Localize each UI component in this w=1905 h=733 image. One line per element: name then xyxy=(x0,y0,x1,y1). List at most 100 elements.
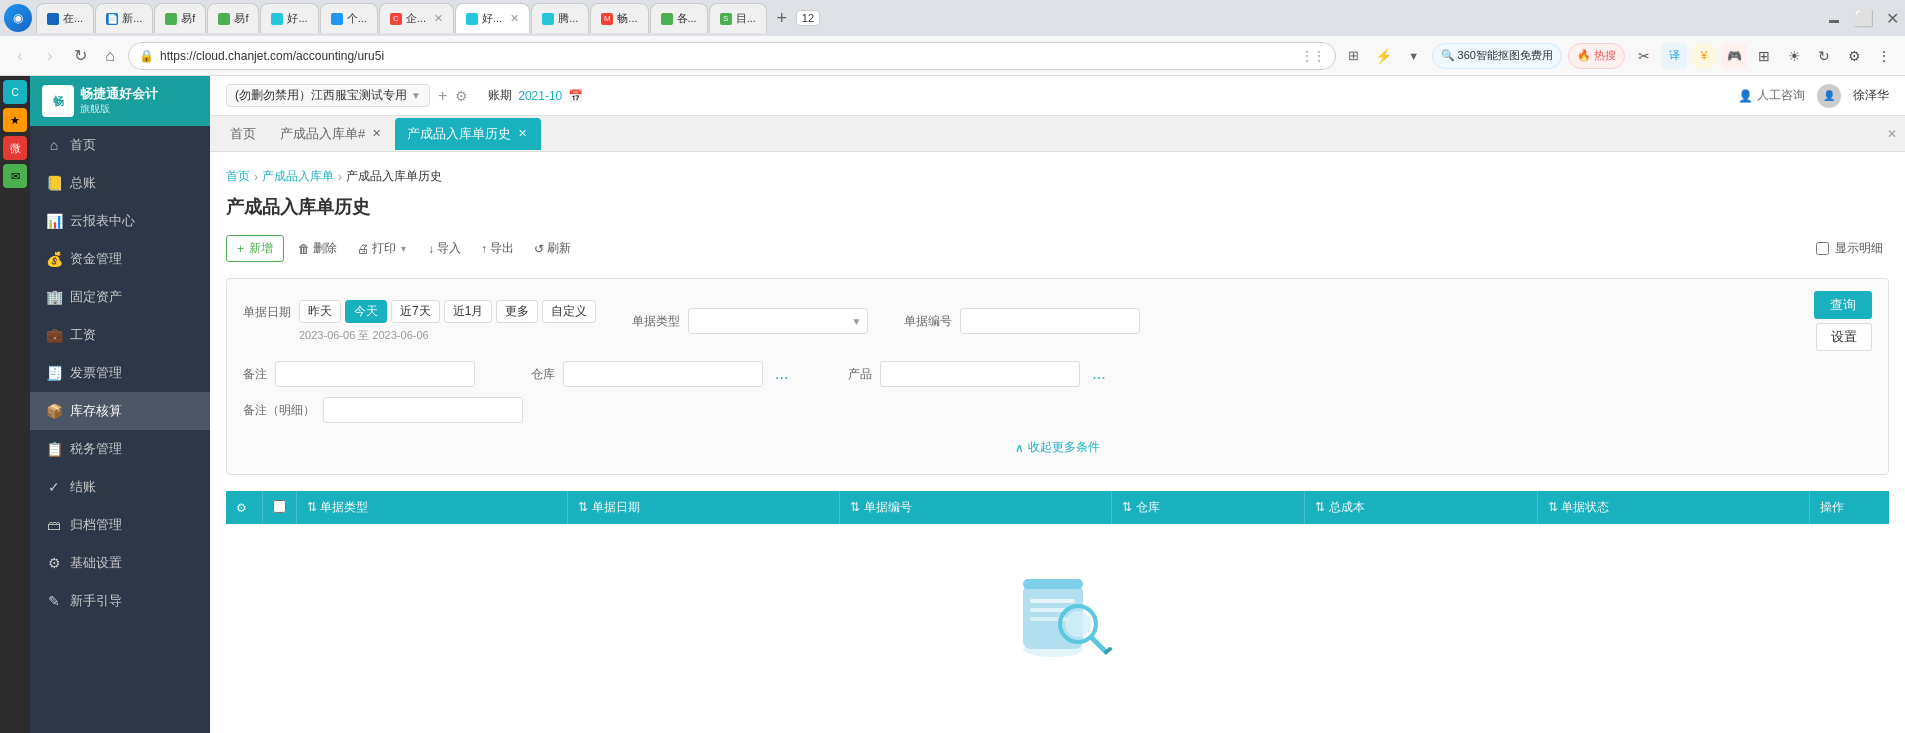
tab-畅[interactable]: M 畅... xyxy=(590,3,648,33)
breadcrumb-home[interactable]: 首页 xyxy=(226,168,250,185)
col-status-sort-icon[interactable]: ⇅ xyxy=(1548,500,1558,514)
sidebar-item-settle[interactable]: ✓ 结账 xyxy=(30,468,210,506)
tab-易2[interactable]: 易f xyxy=(207,3,259,33)
forward-button[interactable]: › xyxy=(38,44,62,68)
browser-back-nav-icon[interactable]: ◉ xyxy=(4,4,32,32)
show-detail-checkbox[interactable]: 显示明细 xyxy=(1810,237,1889,260)
detail-note-input[interactable] xyxy=(323,397,523,423)
dock-app-star[interactable]: ★ xyxy=(3,108,27,132)
page-tab-history-close[interactable]: ✕ xyxy=(515,127,529,141)
service-button[interactable]: 👤 人工咨询 xyxy=(1738,87,1805,104)
col-warehouse[interactable]: ⇅ 仓库 xyxy=(1112,491,1305,524)
tab-在[interactable]: 在... xyxy=(36,3,94,33)
address-bar[interactable]: 🔒 https://cloud.chanjet.com/accounting/u… xyxy=(128,42,1336,70)
tab-各[interactable]: 各... xyxy=(650,3,708,33)
extensions-panel-icon[interactable]: ⊞ xyxy=(1342,44,1366,68)
tab-count-badge[interactable]: 12 xyxy=(796,10,820,26)
import-button[interactable]: ↓ 导入 xyxy=(422,237,467,260)
page-tab-home[interactable]: 首页 xyxy=(218,118,268,150)
dock-app-mail[interactable]: ✉ xyxy=(3,164,27,188)
query-button[interactable]: 查询 xyxy=(1814,291,1872,319)
search-bar[interactable]: 🔍 360智能抠图免费用 xyxy=(1432,43,1562,69)
tab-腾[interactable]: 腾... xyxy=(531,3,589,33)
dropdown-arrow[interactable]: ▼ xyxy=(1402,44,1426,68)
settings-icon[interactable]: ⚙ xyxy=(1841,43,1867,69)
back-button[interactable]: ‹ xyxy=(8,44,32,68)
col-cost[interactable]: ⇅ 总成本 xyxy=(1305,491,1537,524)
date-btn-today[interactable]: 今天 xyxy=(345,300,387,323)
date-btn-more[interactable]: 更多 xyxy=(496,300,538,323)
collapse-button[interactable]: ∧ 收起更多条件 xyxy=(243,433,1872,462)
close-icon-list[interactable]: ✕ xyxy=(369,127,383,141)
panel-close-x-icon[interactable]: ✕ xyxy=(1887,127,1897,141)
number-input[interactable] xyxy=(960,308,1140,334)
page-tab-history[interactable]: 产成品入库单历史 ✕ xyxy=(395,118,541,150)
extensions-icon[interactable]: ⋮⋮ xyxy=(1301,49,1325,63)
sidebar-item-finance[interactable]: 💰 资金管理 xyxy=(30,240,210,278)
more-icon[interactable]: ⋮ xyxy=(1871,43,1897,69)
add-button[interactable]: + 新增 xyxy=(226,235,284,262)
col-number[interactable]: ⇅ 单据编号 xyxy=(840,491,1112,524)
close-icon-history[interactable]: ✕ xyxy=(515,127,529,141)
panel-close-button[interactable]: ✕ xyxy=(1887,127,1897,141)
col-gear[interactable]: ⚙ xyxy=(226,491,262,524)
home-button[interactable]: ⌂ xyxy=(98,44,122,68)
sidebar-item-inventory[interactable]: 📦 库存核算 xyxy=(30,392,210,430)
tab-新[interactable]: 📄 新... xyxy=(95,3,153,33)
product-dots-icon[interactable]: ... xyxy=(1088,365,1109,383)
col-warehouse-sort-icon[interactable]: ⇅ xyxy=(1122,500,1132,514)
col-type-sort-icon[interactable]: ⇅ xyxy=(307,500,317,514)
sidebar-item-home[interactable]: ⌂ 首页 xyxy=(30,126,210,164)
tab-易1[interactable]: 易f xyxy=(154,3,206,33)
note-input[interactable] xyxy=(275,361,475,387)
dock-app-chanjet[interactable]: C xyxy=(3,80,27,104)
user-name-display[interactable]: 徐泽华 xyxy=(1853,87,1889,104)
sidebar-item-invoice[interactable]: 🧾 发票管理 xyxy=(30,354,210,392)
company-selector[interactable]: (勿删勿禁用）江西服宝测试专用 ▼ xyxy=(226,84,430,107)
print-button[interactable]: 🖨 打印 ▼ xyxy=(351,237,414,260)
warehouse-input[interactable] xyxy=(563,361,763,387)
sidebar-item-archive[interactable]: 🗃 归档管理 xyxy=(30,506,210,544)
show-detail-input[interactable] xyxy=(1816,242,1829,255)
theme-icon[interactable]: ☀ xyxy=(1781,43,1807,69)
tab-企-close[interactable]: ✕ xyxy=(434,12,443,25)
export-button[interactable]: ↑ 导出 xyxy=(475,237,520,260)
refresh-button[interactable]: ↻ xyxy=(68,44,92,68)
settings-company-button[interactable]: ⚙ xyxy=(455,88,468,104)
refresh-button[interactable]: ↺ 刷新 xyxy=(528,237,577,260)
delete-button[interactable]: 🗑 删除 xyxy=(292,237,343,260)
tab-个[interactable]: 个... xyxy=(320,3,378,33)
scissors-icon[interactable]: ✂ xyxy=(1631,43,1657,69)
sidebar-item-tax[interactable]: 📋 税务管理 xyxy=(30,430,210,468)
warehouse-dots-icon[interactable]: ... xyxy=(771,365,792,383)
date-btn-custom[interactable]: 自定义 xyxy=(542,300,596,323)
sidebar-item-report[interactable]: 📊 云报表中心 xyxy=(30,202,210,240)
grid-icon[interactable]: ⊞ xyxy=(1751,43,1777,69)
tab-企[interactable]: C 企... ✕ xyxy=(379,3,454,33)
restore-window-icon[interactable]: 🗕 xyxy=(1824,7,1844,29)
select-all-checkbox[interactable] xyxy=(273,500,286,513)
table-gear-icon[interactable]: ⚙ xyxy=(236,501,247,515)
sidebar-item-ledger[interactable]: 📒 总账 xyxy=(30,164,210,202)
sidebar-item-assets[interactable]: 🏢 固定资产 xyxy=(30,278,210,316)
col-checkbox[interactable] xyxy=(262,491,296,524)
game-icon[interactable]: 🎮 xyxy=(1721,43,1747,69)
col-date-sort-icon[interactable]: ⇅ xyxy=(578,500,588,514)
page-tab-list[interactable]: 产成品入库单# ✕ xyxy=(268,118,395,150)
sidebar-item-settings[interactable]: ⚙ 基础设置 xyxy=(30,544,210,582)
hot-search-btn[interactable]: 🔥 热搜 xyxy=(1568,43,1625,69)
date-btn-yesterday[interactable]: 昨天 xyxy=(299,300,341,323)
type-select[interactable]: ▼ xyxy=(688,308,868,334)
calendar-icon[interactable]: 📅 xyxy=(568,89,583,103)
col-status[interactable]: ⇅ 单据状态 xyxy=(1537,491,1809,524)
col-number-sort-icon[interactable]: ⇅ xyxy=(850,500,860,514)
breadcrumb-list[interactable]: 产成品入库单 xyxy=(262,168,334,185)
tab-目[interactable]: S 目... xyxy=(709,3,767,33)
lightning-icon[interactable]: ⚡ xyxy=(1372,44,1396,68)
translate-icon[interactable]: 译 xyxy=(1661,43,1687,69)
yuan-icon[interactable]: ¥ xyxy=(1691,43,1717,69)
new-tab-button[interactable]: + xyxy=(768,4,796,32)
sidebar-item-salary[interactable]: 💼 工资 xyxy=(30,316,210,354)
tab-好2[interactable]: 好... ✕ xyxy=(455,3,530,33)
col-date[interactable]: ⇅ 单据日期 xyxy=(568,491,840,524)
